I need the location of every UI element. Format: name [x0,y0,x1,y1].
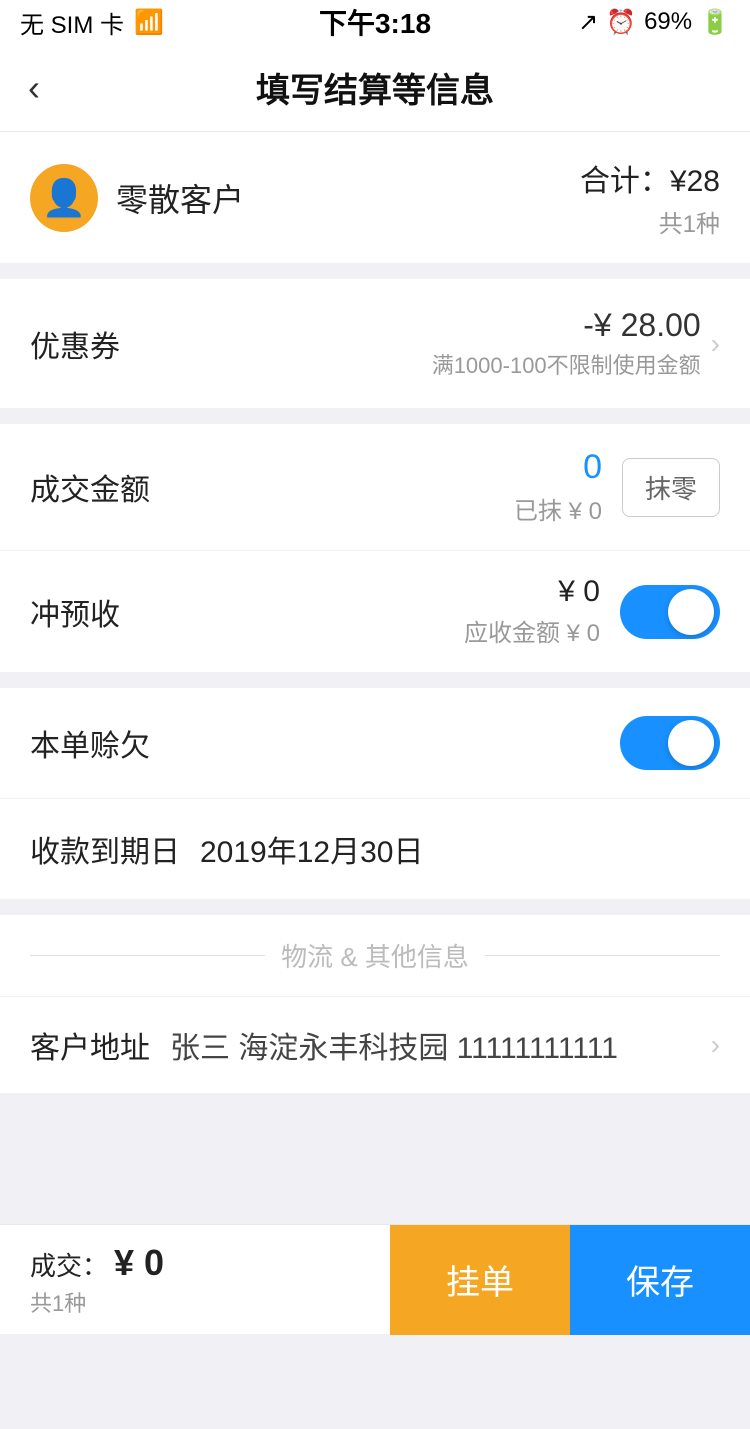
divider-line-left [30,955,265,956]
deal-sub: 已抹 ¥ 0 [514,491,602,526]
round-btn[interactable]: 抹零 [622,458,720,517]
battery-icon: 🔋 [700,8,730,37]
bottom-deal-row: 成交： ¥ 0 [30,1242,360,1284]
bottom-summary: 成交： ¥ 0 共1种 [0,1242,390,1318]
prepay-value: ¥ 0 [464,575,600,609]
location-icon: ↗ [578,8,598,37]
deal-row: 成交金额 0 已抹 ¥ 0 抹零 [0,424,750,551]
nav-bar: ‹ 填写结算等信息 [0,44,750,132]
customer-section: 👤 零散客户 合计：¥28 共1种 [0,132,750,263]
status-bar-right: ↗ ⏰ 69% 🔋 [578,8,730,37]
alarm-icon: ⏰ [606,8,636,37]
battery-text: 69% [644,8,692,36]
address-label: 客户地址 [30,1023,150,1067]
no-sim-text: 无 SIM 卡 [20,5,124,40]
coupon-value-block: -¥ 28.00 满1000-100不限制使用金额 [432,307,701,380]
debt-label: 本单赊欠 [30,721,150,765]
prepay-value-block: ¥ 0 应收金额 ¥ 0 [464,575,600,648]
save-button[interactable]: 保存 [570,1225,750,1335]
back-button[interactable]: ‹ [28,67,40,109]
bottom-deal-value: ¥ 0 [114,1242,164,1284]
bottom-bar: 成交： ¥ 0 共1种 挂单 保存 [0,1224,750,1334]
prepay-row: 冲预收 ¥ 0 应收金额 ¥ 0 [0,551,750,672]
customer-total: 合计：¥28 [580,156,720,200]
customer-right: 合计：¥28 共1种 [580,156,720,239]
avatar-icon: 👤 [42,177,87,219]
coupon-section[interactable]: 优惠券 -¥ 28.00 满1000-100不限制使用金额 › [0,279,750,408]
address-row[interactable]: 客户地址 张三 海淀永丰科技园 11111111111 › [0,996,750,1093]
deal-right: 0 已抹 ¥ 0 抹零 [514,448,720,526]
wifi-icon: 📶 [134,8,164,37]
prepay-sub: 应收金额 ¥ 0 [464,613,600,648]
deal-value: 0 [514,448,602,487]
address-value: 张三 海淀永丰科技园 11111111111 [170,1023,701,1067]
status-bar: 无 SIM 卡 📶 下午3:18 ↗ ⏰ 69% 🔋 [0,0,750,44]
coupon-amount: -¥ 28.00 [432,307,701,344]
customer-name: 零散客户 [116,175,244,221]
debt-section: 本单赊欠 收款到期日 2019年12月30日 [0,688,750,899]
logistics-divider-text: 物流 & 其他信息 [281,937,469,974]
prepay-toggle[interactable] [620,585,720,639]
coupon-right: -¥ 28.00 满1000-100不限制使用金额 › [432,307,720,380]
page-title: 填写结算等信息 [256,63,494,112]
prepay-right: ¥ 0 应收金额 ¥ 0 [464,575,720,648]
status-bar-time: 下午3:18 [319,2,431,42]
status-bar-left: 无 SIM 卡 📶 [20,5,164,40]
logistics-divider: 物流 & 其他信息 [0,915,750,996]
debt-toggle[interactable] [620,716,720,770]
deal-label: 成交金额 [30,465,150,509]
bottom-deal-label: 成交： [30,1246,108,1283]
customer-left: 👤 零散客户 [30,164,244,232]
bottom-count: 共1种 [30,1286,360,1318]
coupon-chevron-icon: › [711,328,720,360]
avatar: 👤 [30,164,98,232]
deal-value-block: 0 已抹 ¥ 0 [514,448,602,526]
due-row: 收款到期日 2019年12月30日 [0,799,750,899]
divider-line-right [485,955,720,956]
logistics-section: 物流 & 其他信息 客户地址 张三 海淀永丰科技园 11111111111 › [0,915,750,1093]
due-value: 2019年12月30日 [200,827,423,871]
due-label: 收款到期日 [30,827,180,871]
prepay-label: 冲预收 [30,590,120,634]
coupon-label: 优惠券 [30,322,120,366]
address-chevron-icon: › [711,1029,720,1061]
debt-row: 本单赊欠 [0,688,750,799]
deal-section: 成交金额 0 已抹 ¥ 0 抹零 冲预收 ¥ 0 应收金额 ¥ 0 [0,424,750,672]
hang-button[interactable]: 挂单 [390,1225,570,1335]
customer-count: 共1种 [580,204,720,239]
coupon-desc: 满1000-100不限制使用金额 [432,348,701,380]
